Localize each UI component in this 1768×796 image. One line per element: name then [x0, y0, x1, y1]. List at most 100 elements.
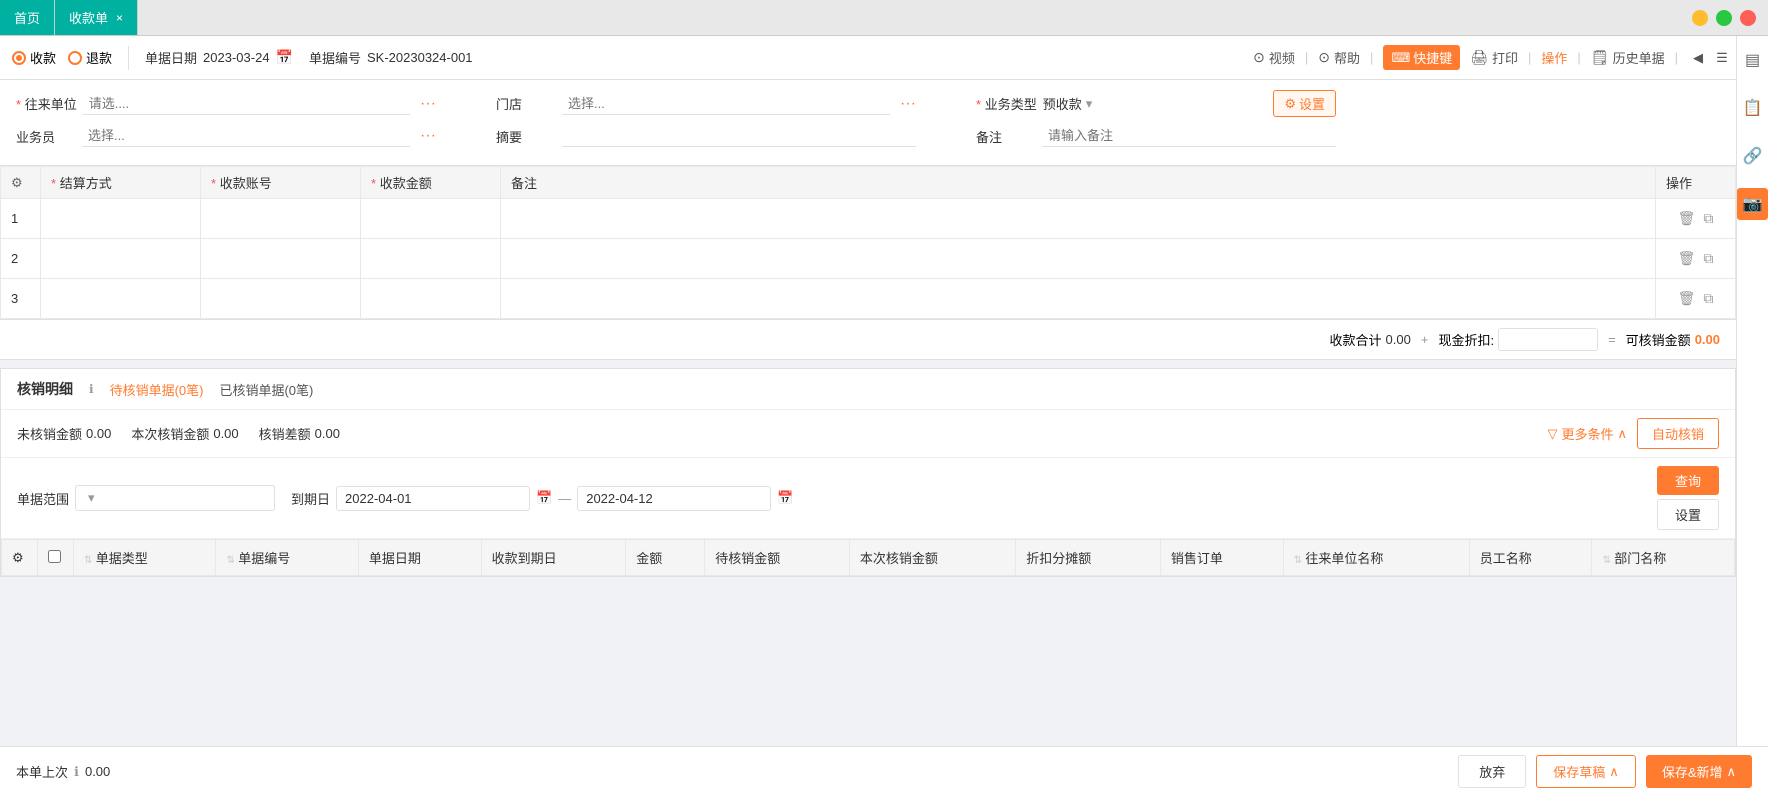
tab-receipt[interactable]: 收款单 ×	[55, 0, 138, 35]
query-button[interactable]: 查询	[1657, 466, 1719, 495]
th-amount: * 收款金额	[361, 167, 501, 199]
receipt-radio[interactable]: 收款	[12, 48, 56, 67]
save-draft-button[interactable]: 保存草稿 ∧	[1536, 755, 1636, 788]
row-3-amount[interactable]	[361, 279, 501, 319]
row-2-amount[interactable]	[361, 239, 501, 279]
footer-info-icon[interactable]: ℹ	[74, 764, 79, 780]
sub-th-settings[interactable]: ⚙	[2, 540, 38, 576]
scope-select[interactable]: ▾	[75, 485, 275, 511]
remark-input[interactable]	[1042, 125, 1336, 147]
row-1-account[interactable]	[201, 199, 361, 239]
business-type-select[interactable]: 预收款 ▾	[1043, 94, 1268, 113]
print-label: 打印	[1492, 48, 1518, 67]
partner-more-icon[interactable]: ···	[420, 95, 436, 113]
video-label: 视频	[1269, 48, 1295, 67]
date-to-calendar-icon[interactable]: 📅	[777, 490, 793, 506]
window-minimize-button[interactable]	[1692, 10, 1708, 26]
salesman-more-icon[interactable]: ···	[420, 127, 436, 145]
help-btn[interactable]: ⊙ 帮助	[1318, 48, 1360, 67]
tab-close-icon[interactable]: ×	[116, 11, 123, 25]
sub-th-sales-order: 销售订单	[1160, 540, 1283, 576]
row-1-copy-icon[interactable]: ⧉	[1703, 210, 1713, 227]
date-from-calendar-icon[interactable]: 📅	[536, 490, 552, 506]
row-3-account[interactable]	[201, 279, 361, 319]
row-2-account[interactable]	[201, 239, 361, 279]
number-field: 单据编号 SK-20230324-001	[309, 48, 473, 67]
print-btn[interactable]: 🖨 打印	[1470, 48, 1518, 67]
print-icon: 🖨	[1470, 49, 1488, 66]
row-3-settle[interactable]	[41, 279, 201, 319]
refund-radio[interactable]: 退款	[68, 48, 112, 67]
row-2-copy-icon[interactable]: ⧉	[1703, 250, 1713, 267]
row-2-settle[interactable]	[41, 239, 201, 279]
discount-input[interactable]	[1498, 328, 1598, 351]
dept-sort-icon[interactable]: ⇅	[1602, 555, 1610, 566]
unverified-value: 0.00	[86, 426, 111, 441]
settings-button[interactable]: ⚙ 设置	[1273, 90, 1336, 117]
sub-th-current: 本次核销金额	[849, 540, 1015, 576]
partner-sort-icon[interactable]: ⇅	[1294, 555, 1302, 566]
refund-radio-label: 退款	[86, 48, 112, 67]
sub-th-checkbox[interactable]	[38, 540, 74, 576]
window-close-button[interactable]	[1740, 10, 1756, 26]
sep-4: |	[1577, 50, 1580, 65]
tab-home[interactable]: 首页	[0, 0, 55, 35]
type-sort-icon[interactable]: ⇅	[84, 555, 92, 566]
row-2-op-icons: 🗑 ⧉	[1666, 250, 1725, 267]
completed-tab[interactable]: 已核销单据(0笔)	[219, 380, 313, 399]
total-value: 0.00	[1386, 332, 1411, 347]
store-input[interactable]	[562, 93, 890, 115]
save-new-button[interactable]: 保存&新增 ∧	[1646, 755, 1752, 788]
more-conditions-btn[interactable]: ▽ 更多条件 ∧	[1547, 424, 1627, 443]
side-clipboard-icon[interactable]: 📋	[1737, 92, 1768, 124]
row-3-remark[interactable]	[501, 279, 1656, 319]
row-1-settle[interactable]	[41, 199, 201, 239]
row-1-amount[interactable]	[361, 199, 501, 239]
side-link-icon[interactable]: 🔗	[1737, 140, 1768, 172]
verify-info-icon[interactable]: ℹ	[89, 382, 94, 396]
receipt-table-area: ⚙ * 结算方式 * 收款账号 * 收款金额 备注	[0, 166, 1736, 320]
date-range: 到期日 📅 — 📅	[291, 486, 793, 511]
date-calendar-icon[interactable]: 📅	[276, 49, 293, 66]
th-settings[interactable]: ⚙	[1, 167, 41, 199]
due-date-label: 到期日	[291, 489, 330, 508]
side-camera-icon[interactable]: 📷	[1737, 188, 1768, 220]
scope-label: 单据范围	[17, 489, 69, 508]
sub-th-type: ⇅ 单据类型	[74, 540, 216, 576]
side-table-icon[interactable]: ▤	[1739, 44, 1766, 76]
history-btn[interactable]: 🗒 历史单据	[1591, 48, 1665, 67]
row-1-remark[interactable]	[501, 199, 1656, 239]
filter-settings-button[interactable]: 设置	[1657, 499, 1719, 530]
date-separator: —	[558, 491, 571, 506]
row-3-delete-icon[interactable]: 🗑	[1678, 290, 1696, 307]
video-btn[interactable]: ⊙ 视频	[1253, 48, 1295, 67]
row-1-num: 1	[1, 199, 41, 239]
row-2-delete-icon[interactable]: 🗑	[1678, 250, 1696, 267]
row-3-copy-icon[interactable]: ⧉	[1703, 290, 1713, 307]
verify-stats: 未核销金额 0.00 本次核销金额 0.00 核销差额 0.00 ▽ 更多条件 …	[1, 410, 1735, 458]
summary-input[interactable]	[562, 125, 916, 147]
sub-table-settings-icon[interactable]: ⚙	[12, 550, 24, 565]
layout-prev-icon[interactable]: ◀	[1688, 48, 1708, 68]
layout-list-icon[interactable]: ☰	[1712, 48, 1732, 68]
window-maximize-button[interactable]	[1716, 10, 1732, 26]
table-settings-icon[interactable]: ⚙	[11, 175, 23, 190]
partner-input[interactable]	[83, 93, 410, 115]
operation-btn[interactable]: 操作	[1541, 48, 1567, 67]
th-settle: * 结算方式	[41, 167, 201, 199]
discard-button[interactable]: 放弃	[1458, 755, 1526, 788]
date-to-input[interactable]	[577, 486, 771, 511]
number-sort-icon[interactable]: ⇅	[226, 555, 234, 566]
date-from-input[interactable]	[336, 486, 530, 511]
auto-verify-button[interactable]: 自动核销	[1637, 418, 1719, 449]
verifiable-item: 可核销金额 0.00	[1626, 330, 1720, 349]
store-more-icon[interactable]: ···	[900, 95, 916, 113]
select-all-checkbox[interactable]	[48, 550, 61, 563]
sub-th-date: 单据日期	[358, 540, 481, 576]
shortcut-btn[interactable]: ⌨ 快捷键	[1383, 45, 1460, 70]
salesman-input[interactable]	[82, 125, 410, 147]
pending-tab[interactable]: 待核销单据(0笔)	[110, 380, 204, 399]
account-required: *	[211, 176, 216, 191]
row-1-delete-icon[interactable]: 🗑	[1678, 210, 1696, 227]
row-2-remark[interactable]	[501, 239, 1656, 279]
